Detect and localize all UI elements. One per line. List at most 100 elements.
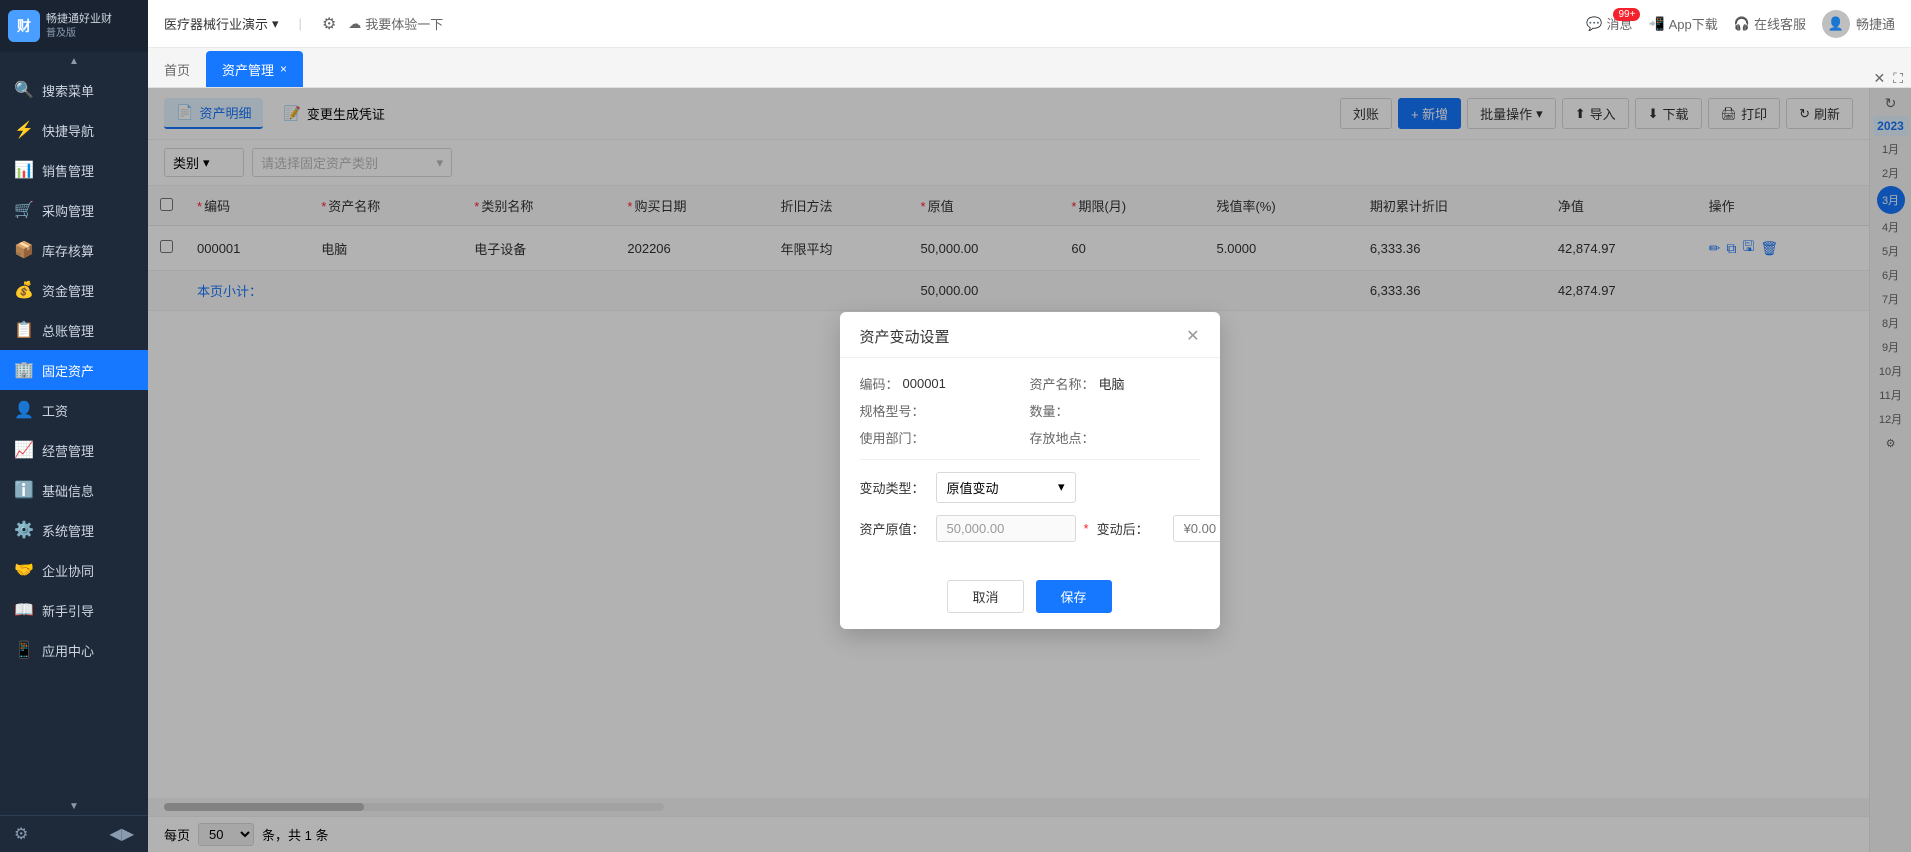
settings-gear-icon[interactable]: ⚙ [14,824,28,844]
dialog-divider [860,459,1200,460]
asset-values-field: 资产原值： * 变动后： [860,515,1200,542]
sidebar-item-sales[interactable]: 📊 销售管理 [0,150,148,190]
sidebar-sales-label: 销售管理 [42,161,94,180]
change-type-field: 变动类型： 原值变动 ▾ [860,472,1200,503]
change-type-select[interactable]: 原值变动 ▾ [936,472,1076,503]
change-type-value: 原值变动 [947,478,999,497]
username-label: 畅捷通 [1856,14,1895,33]
funds-icon: 💰 [14,280,34,300]
sidebar-operations-label: 经营管理 [42,441,94,460]
customer-service-label: 在线客服 [1754,14,1806,33]
company-selector[interactable]: 医疗器械行业演示 ▾ [164,14,279,33]
asset-original-input [936,515,1076,542]
collapse-sidebar-icon[interactable]: ◀▶ [109,824,134,844]
feedback-area[interactable]: ☁ 我要体验一下 [348,14,443,33]
asset-change-dialog: 资产变动设置 ✕ 编码： 000001 资产名称： 电脑 [840,312,1220,629]
main-content: 医疗器械行业演示 ▾ | ⚙ ☁ 我要体验一下 💬 消息 99+ 📲 App下载… [148,0,1911,852]
feedback-label: 我要体验一下 [365,14,443,33]
logo-title: 畅捷通好业财 [46,12,112,27]
dialog-location-label: 存放地点： [1030,428,1095,447]
sidebar-app-center-label: 应用中心 [42,641,94,660]
tab-home[interactable]: 首页 [148,51,206,87]
avatar-icon: 👤 [1828,16,1844,32]
sidebar-item-search[interactable]: 🔍 搜索菜单 [0,70,148,110]
dialog-location-field: 存放地点： [1030,428,1200,447]
modal-overlay: 资产变动设置 ✕ 编码： 000001 资产名称： 电脑 [148,88,1869,852]
sidebar-item-funds[interactable]: 💰 资金管理 [0,270,148,310]
sidebar-nav: 🔍 搜索菜单 ⚡ 快捷导航 📊 销售管理 🛒 采购管理 📦 库存核算 💰 资金管… [0,70,148,797]
sidebar-item-inventory[interactable]: 📦 库存核算 [0,230,148,270]
sidebar-inventory-label: 库存核算 [42,241,94,260]
sidebar-cooperation-label: 企业协同 [42,561,94,580]
dialog-footer: 取消 保存 [840,570,1220,629]
sidebar-item-system[interactable]: ⚙️ 系统管理 [0,510,148,550]
sidebar-scroll-up[interactable]: ▲ [0,52,148,70]
sidebar-item-guide[interactable]: 📖 新手引导 [0,590,148,630]
messages-icon: 💬 [1586,16,1602,32]
sidebar-scroll-down[interactable]: ▼ [0,797,148,815]
feedback-cloud-icon: ☁ [348,16,361,32]
user-profile[interactable]: 👤 畅捷通 [1822,10,1895,38]
asset-original-label: 资产原值： [860,519,930,538]
dialog-body: 编码： 000001 资产名称： 电脑 规格型号： [840,358,1220,570]
messages-btn[interactable]: 💬 消息 99+ [1586,14,1632,33]
sidebar-item-basic-info[interactable]: ℹ️ 基础信息 [0,470,148,510]
ledger-icon: 📋 [14,320,34,340]
dialog-code-label: 编码： [860,374,899,393]
sidebar-item-operations[interactable]: 📈 经营管理 [0,430,148,470]
dialog-spec-label: 规格型号： [860,401,925,420]
tab-asset-management-label: 资产管理 [222,60,274,79]
after-change-label: 变动后： [1097,519,1167,538]
guide-icon: 📖 [14,600,34,620]
user-avatar: 👤 [1822,10,1850,38]
sidebar-item-ledger[interactable]: 📋 总账管理 [0,310,148,350]
company-name: 医疗器械行业演示 [164,14,268,33]
messages-badge: 99+ [1613,8,1640,21]
dialog-close-btn[interactable]: ✕ [1186,326,1199,346]
dialog-header: 资产变动设置 ✕ [840,312,1220,358]
tab-close-icon[interactable]: × [280,62,287,76]
maximize-window-icon[interactable]: ⛶ [1893,70,1903,87]
sidebar-item-payroll[interactable]: 👤 工资 [0,390,148,430]
basic-info-icon: ℹ️ [14,480,34,500]
dialog-spec-field: 规格型号： [860,401,1030,420]
sidebar: 财 畅捷通好业财 普及版 ▲ 🔍 搜索菜单 ⚡ 快捷导航 📊 销售管理 🛒 采购… [0,0,148,852]
app-download-btn[interactable]: 📲 App下载 [1648,14,1717,33]
sidebar-item-purchase[interactable]: 🛒 采购管理 [0,190,148,230]
dialog-code-value: 000001 [903,376,946,391]
header-right: 💬 消息 99+ 📲 App下载 🎧 在线客服 👤 畅捷通 [1586,10,1895,38]
sidebar-item-fixed-assets[interactable]: 🏢 固定资产 [0,350,148,390]
sidebar-item-cooperation[interactable]: 🤝 企业协同 [0,550,148,590]
sales-icon: 📊 [14,160,34,180]
app-download-label: App下载 [1669,14,1718,33]
sidebar-item-quicknav[interactable]: ⚡ 快捷导航 [0,110,148,150]
tab-home-label: 首页 [164,60,190,79]
top-header: 医疗器械行业演示 ▾ | ⚙ ☁ 我要体验一下 💬 消息 99+ 📲 App下载… [148,0,1911,48]
customer-service-btn[interactable]: 🎧 在线客服 [1734,14,1806,33]
change-type-dropdown-icon: ▾ [1058,479,1065,495]
dialog-dept-field: 使用部门： [860,428,1030,447]
sidebar-guide-label: 新手引导 [42,601,94,620]
sidebar-search-label: 搜索菜单 [42,81,94,100]
save-button[interactable]: 保存 [1036,580,1112,613]
inventory-icon: 📦 [14,240,34,260]
after-change-input[interactable] [1173,515,1220,542]
operations-icon: 📈 [14,440,34,460]
sidebar-purchase-label: 采购管理 [42,201,94,220]
sidebar-ledger-label: 总账管理 [42,321,94,340]
tab-bar: 首页 资产管理 × ✕ ⛶ [148,48,1911,88]
sidebar-payroll-label: 工资 [42,401,68,420]
dialog-quantity-label: 数量： [1030,401,1069,420]
header-settings-icon[interactable]: ⚙ [322,14,336,34]
quicknav-icon: ⚡ [14,120,34,140]
cancel-button[interactable]: 取消 [947,580,1023,613]
dialog-info-grid: 编码： 000001 资产名称： 电脑 规格型号： [860,374,1200,447]
sidebar-quicknav-label: 快捷导航 [42,121,94,140]
required-star: * [1084,521,1089,536]
sidebar-logo: 财 畅捷通好业财 普及版 [0,0,148,52]
tab-asset-management[interactable]: 资产管理 × [206,51,303,87]
close-window-icon[interactable]: ✕ [1873,70,1885,87]
sidebar-item-app-center[interactable]: 📱 应用中心 [0,630,148,670]
company-dropdown-icon: ▾ [272,16,279,32]
tab-maximize-area: ✕ ⛶ [1865,70,1911,87]
